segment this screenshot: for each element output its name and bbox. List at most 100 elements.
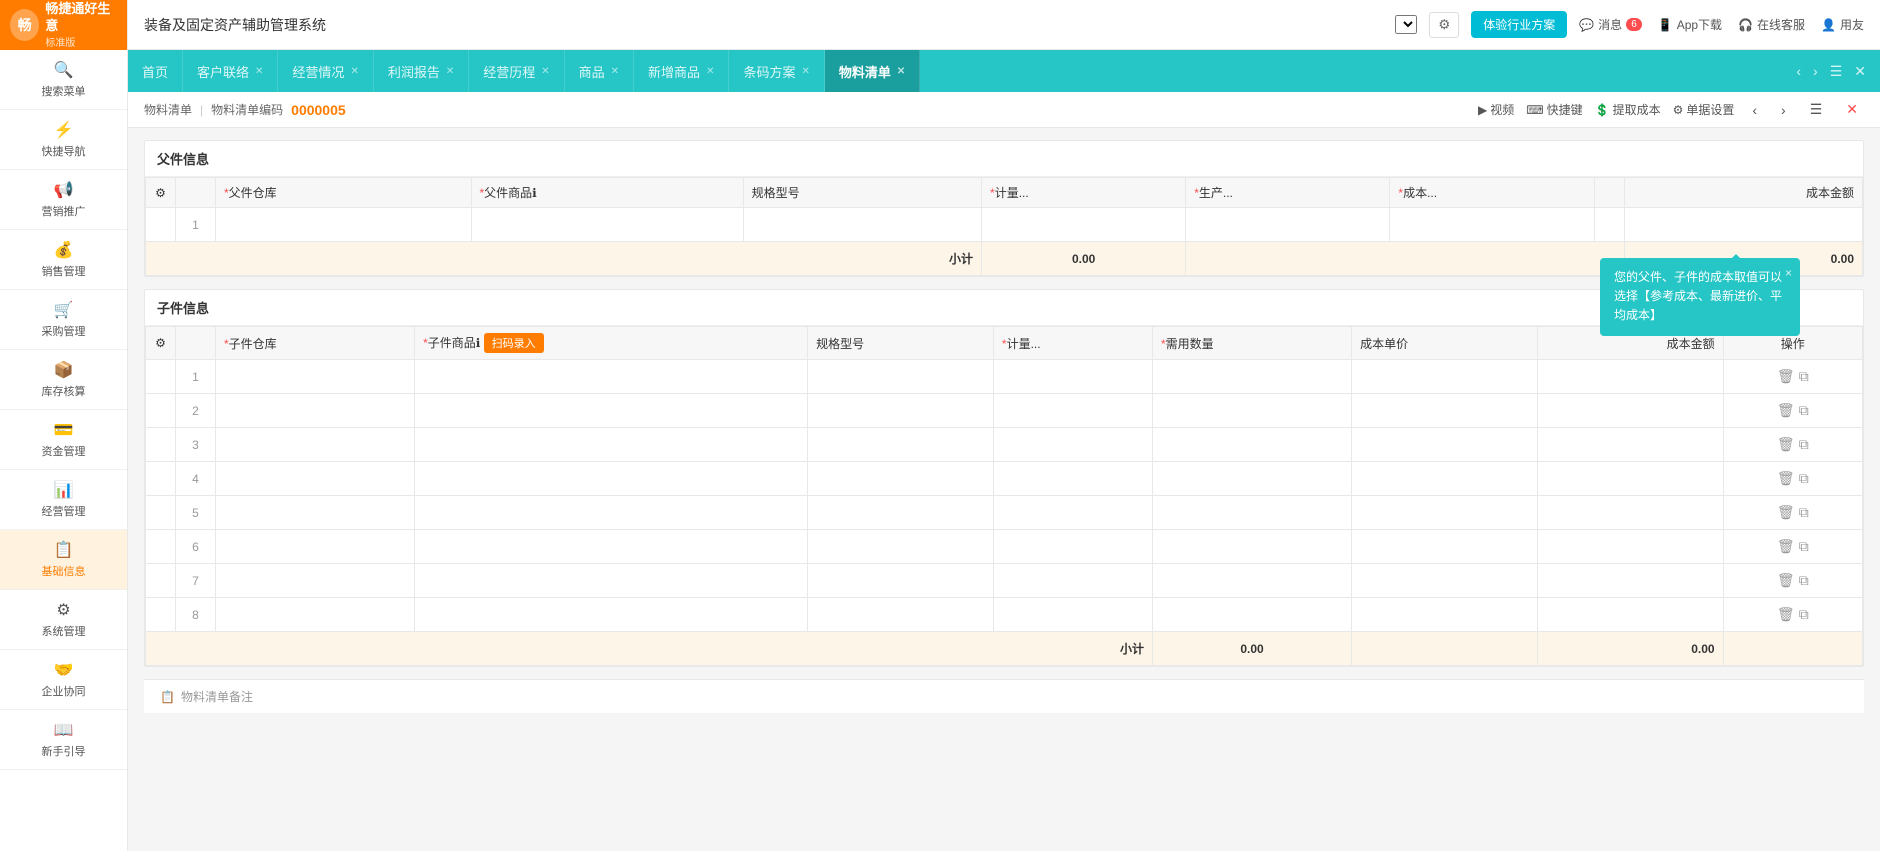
child-row5-goods[interactable] [415,496,808,530]
copy-icon-6[interactable]: ⧉ [1799,538,1809,555]
sidebar-item-system[interactable]: ⚙ 系统管理 [0,590,127,650]
parent-row1-production[interactable] [1186,208,1390,242]
breadcrumb-current[interactable]: 物料清单 [144,101,192,118]
child-row7-unit-cost[interactable] [1352,564,1538,598]
child-row1-qty[interactable] [1153,360,1352,394]
child-row7-goods[interactable] [415,564,808,598]
child-row4-spec[interactable] [808,462,994,496]
single-setup-button[interactable]: ⚙ 单据设置 [1673,101,1735,118]
child-row6-goods[interactable] [415,530,808,564]
child-row4-unit[interactable] [993,462,1152,496]
child-row6-spec[interactable] [808,530,994,564]
sidebar-item-collab[interactable]: 🤝 企业协同 [0,650,127,710]
tab-profit[interactable]: 利润报告✕ [374,50,469,92]
parent-row1-cost[interactable] [1390,208,1594,242]
tab-close-customer[interactable]: ✕ [255,66,263,77]
child-row1-goods[interactable] [415,360,808,394]
child-row2-spec[interactable] [808,394,994,428]
nav-prev-button[interactable]: ‹ [1790,63,1807,79]
sidebar-item-inventory[interactable]: 📦 库存核算 [0,350,127,410]
child-row3-unit[interactable] [993,428,1152,462]
nav-close-button[interactable]: ✕ [1848,63,1872,80]
online-service-button[interactable]: 🎧 在线客服 [1738,16,1805,33]
tab-goods[interactable]: 商品✕ [565,50,634,92]
child-row1-unit-cost[interactable] [1352,360,1538,394]
child-row5-qty[interactable] [1153,496,1352,530]
delete-icon-8[interactable]: 🗑 [1777,606,1795,623]
copy-icon-8[interactable]: ⧉ [1799,606,1809,623]
copy-icon-7[interactable]: ⧉ [1799,572,1809,589]
child-row2-warehouse[interactable] [216,394,415,428]
child-row3-qty[interactable] [1153,428,1352,462]
child-row5-unit-cost[interactable] [1352,496,1538,530]
sub-next-button[interactable]: › [1775,102,1792,118]
child-row5-unit[interactable] [993,496,1152,530]
child-row5-spec[interactable] [808,496,994,530]
tab-new_goods[interactable]: 新增商品✕ [634,50,729,92]
tab-close-history[interactable]: ✕ [541,66,549,77]
child-row6-qty[interactable] [1153,530,1352,564]
sidebar-item-finance[interactable]: 💳 资金管理 [0,410,127,470]
child-row8-unit[interactable] [993,598,1152,632]
tab-operation[interactable]: 经营情况✕ [278,50,373,92]
tab-close-barcode[interactable]: ✕ [801,66,809,77]
shortcut-button[interactable]: ⌨ 快捷键 [1526,101,1582,118]
child-row7-spec[interactable] [808,564,994,598]
sidebar-item-purchase[interactable]: 🛒 采购管理 [0,290,127,350]
child-row8-unit-cost[interactable] [1352,598,1538,632]
copy-icon-5[interactable]: ⧉ [1799,504,1809,521]
child-row1-warehouse[interactable] [216,360,415,394]
child-row2-goods[interactable] [415,394,808,428]
child-row7-unit[interactable] [993,564,1152,598]
experience-button[interactable]: 体验行业方案 [1471,11,1567,38]
child-row2-qty[interactable] [1153,394,1352,428]
tab-history[interactable]: 经营历程✕ [469,50,564,92]
child-row2-unit[interactable] [993,394,1152,428]
child-row8-spec[interactable] [808,598,994,632]
child-row4-warehouse[interactable] [216,462,415,496]
child-row3-unit-cost[interactable] [1352,428,1538,462]
child-row1-spec[interactable] [808,360,994,394]
view-video-button[interactable]: ▶ 视频 [1478,101,1514,118]
sub-close-button[interactable]: ✕ [1840,101,1864,118]
copy-icon-2[interactable]: ⧉ [1799,402,1809,419]
sidebar-item-quicknav[interactable]: ⚡ 快捷导航 [0,110,127,170]
user-button[interactable]: 👤 用友 [1821,16,1864,33]
sidebar-item-operations[interactable]: 📊 经营管理 [0,470,127,530]
sidebar-item-search[interactable]: 🔍 搜索菜单 [0,50,127,110]
tab-close-new_goods[interactable]: ✕ [706,66,714,77]
child-row3-goods[interactable] [415,428,808,462]
child-row7-warehouse[interactable] [216,564,415,598]
child-row7-qty[interactable] [1153,564,1352,598]
child-row6-warehouse[interactable] [216,530,415,564]
delete-icon-2[interactable]: 🗑 [1777,402,1795,419]
scan-button[interactable]: 扫码录入 [484,333,544,353]
child-row3-warehouse[interactable] [216,428,415,462]
parent-row1-goods[interactable] [471,208,743,242]
sub-list-button[interactable]: ☰ [1804,101,1829,118]
child-row3-spec[interactable] [808,428,994,462]
parent-row1-warehouse[interactable] [216,208,472,242]
child-col-settings[interactable]: ⚙ [146,327,176,360]
child-row8-warehouse[interactable] [216,598,415,632]
child-row4-qty[interactable] [1153,462,1352,496]
extract-cost-button[interactable]: 💲 提取成本 [1595,101,1661,118]
sidebar-item-marketing[interactable]: 📢 营销推广 [0,170,127,230]
sidebar-item-sales[interactable]: 💰 销售管理 [0,230,127,290]
copy-icon-1[interactable]: ⧉ [1799,368,1809,385]
child-row1-unit[interactable] [993,360,1152,394]
delete-icon-1[interactable]: 🗑 [1777,368,1795,385]
delete-icon-4[interactable]: 🗑 [1777,470,1795,487]
settings-button[interactable]: ⚙ [1429,12,1459,38]
delete-icon-5[interactable]: 🗑 [1777,504,1795,521]
child-row6-unit[interactable] [993,530,1152,564]
tab-close-goods[interactable]: ✕ [611,66,619,77]
sidebar-item-base[interactable]: 📋 基础信息 [0,530,127,590]
tooltip-close-button[interactable]: × [1785,264,1792,283]
child-row4-unit-cost[interactable] [1352,462,1538,496]
parent-row1-unit[interactable] [982,208,1186,242]
tab-close-bom[interactable]: ✕ [897,66,905,77]
delete-icon-3[interactable]: 🗑 [1777,436,1795,453]
tab-home[interactable]: 首页 [128,50,183,92]
parent-row1-spec[interactable] [743,208,981,242]
